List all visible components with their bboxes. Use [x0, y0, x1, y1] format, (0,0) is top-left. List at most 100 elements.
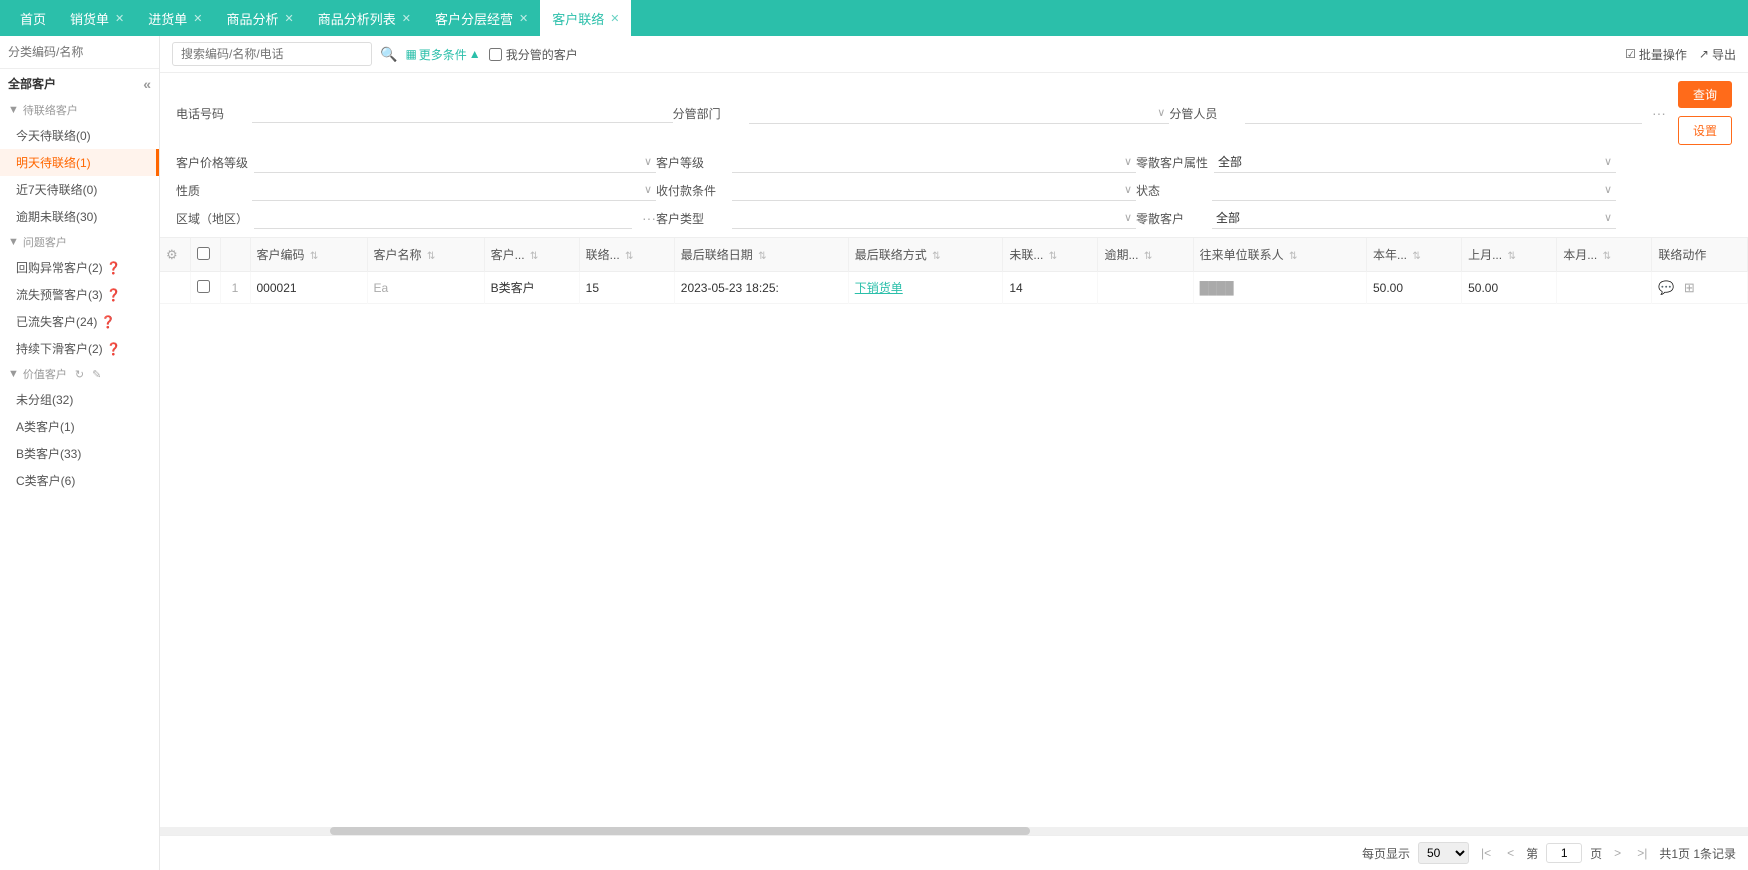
- scatter-dropdown[interactable]: 全部 ∨: [1212, 207, 1616, 229]
- chevron-down-icon9: ∨: [1604, 211, 1612, 224]
- search-input[interactable]: [172, 42, 372, 66]
- my-customers-label[interactable]: 我分管的客户: [489, 46, 578, 63]
- nav-analysis-list[interactable]: 商品分析列表 ✕: [306, 0, 423, 36]
- sort-year-icon: ⇅: [1412, 251, 1420, 262]
- close-purchase-icon[interactable]: ✕: [193, 12, 202, 25]
- more-conditions-button[interactable]: ▦ 更多条件 ▲: [405, 46, 480, 63]
- all-customers-header[interactable]: 全部客户 «: [0, 69, 159, 98]
- sidebar-search-input[interactable]: [8, 45, 160, 59]
- td-this-month: [1557, 272, 1652, 304]
- nav-purchase[interactable]: 进货单 ✕: [136, 0, 214, 36]
- nav-analysis[interactable]: 商品分析 ✕: [214, 0, 305, 36]
- nav-customer-segment[interactable]: 客户分层经营 ✕: [423, 0, 540, 36]
- person-label: 分管人员: [1169, 105, 1239, 122]
- sidebar-item-tomorrow[interactable]: 明天待联络(1): [0, 149, 159, 176]
- sidebar-item-class-a[interactable]: A类客户(1): [0, 413, 159, 440]
- sidebar-item-repurchase[interactable]: 回购异常客户(2) ❓: [0, 254, 159, 281]
- person-dots-icon[interactable]: ···: [1652, 105, 1666, 121]
- group-value-label: 价值客户: [23, 366, 67, 382]
- status-dropdown[interactable]: ∨: [1212, 179, 1616, 201]
- sidebar-item-class-b[interactable]: B类客户(33): [0, 440, 159, 467]
- close-customer-segment-icon[interactable]: ✕: [519, 12, 528, 25]
- scatter-attr-label: 零散客户属性: [1136, 154, 1208, 171]
- per-page-select[interactable]: 50 100 200: [1418, 842, 1469, 864]
- sidebar-item-today[interactable]: 今天待联络(0): [0, 122, 159, 149]
- setup-button[interactable]: 设置: [1678, 116, 1732, 145]
- payment-dropdown[interactable]: ∨: [732, 179, 1136, 201]
- last-page-button[interactable]: >|: [1633, 844, 1651, 862]
- search-button[interactable]: 🔍: [380, 46, 397, 63]
- close-analysis-icon[interactable]: ✕: [285, 12, 294, 25]
- sidebar-item-already-lost[interactable]: 已流失客户(24) ❓: [0, 308, 159, 335]
- close-sales-icon[interactable]: ✕: [115, 12, 124, 25]
- th-name: 客户名称 ⇅: [367, 238, 484, 272]
- filter-row-1: 电话号码 分管部门 ∨ 分管人员 ···: [176, 81, 1732, 145]
- next-page-button[interactable]: >: [1610, 844, 1625, 862]
- sidebar-item-overdue[interactable]: 逾期未联络(30): [0, 203, 159, 230]
- scatter-attr-dropdown[interactable]: 全部 ∨: [1214, 151, 1616, 173]
- sort-overdue-icon: ⇅: [1144, 251, 1152, 262]
- sort-name-icon: ⇅: [427, 251, 435, 262]
- action-grid-icon[interactable]: ⊞: [1684, 280, 1695, 295]
- group-pending-contact[interactable]: ▼ 待联络客户: [0, 98, 159, 122]
- filter-row-3: 性质 ∨ 收付款条件 ∨ 状态: [176, 179, 1732, 201]
- row-checkbox[interactable]: [197, 280, 210, 293]
- edit-icon[interactable]: ✎: [92, 368, 101, 381]
- sidebar-item-week[interactable]: 近7天待联络(0): [0, 176, 159, 203]
- filter-customer-type: 客户类型 ∨: [656, 207, 1136, 229]
- person-dropdown[interactable]: [1245, 102, 1642, 124]
- export-button[interactable]: ↗ 导出: [1699, 46, 1736, 63]
- nav-home[interactable]: 首页: [8, 0, 58, 36]
- query-button[interactable]: 查询: [1678, 81, 1732, 108]
- action-chat-icon[interactable]: 💬: [1658, 280, 1674, 295]
- price-level-dropdown[interactable]: ∨: [254, 151, 656, 173]
- dept-dropdown[interactable]: ∨: [749, 102, 1170, 124]
- th-overdue: 逾期... ⇅: [1098, 238, 1193, 272]
- region-label: 区域（地区）: [176, 210, 248, 227]
- close-customer-contact-icon[interactable]: ✕: [610, 12, 619, 25]
- group-value-customers[interactable]: ▼ 价值客户 ↻ ✎: [0, 362, 159, 386]
- sidebar-item-unclassified[interactable]: 未分组(32): [0, 386, 159, 413]
- td-contact-person: ████: [1193, 272, 1366, 304]
- prev-page-button[interactable]: <: [1503, 844, 1518, 862]
- filter-payment: 收付款条件 ∨: [656, 179, 1136, 201]
- td-last-contact-method[interactable]: 下销货单: [848, 272, 1003, 304]
- sidebar-item-lost-warning[interactable]: 流失预警客户(3) ❓: [0, 281, 159, 308]
- batch-op-button[interactable]: ☑ 批量操作: [1625, 46, 1687, 63]
- my-customers-checkbox[interactable]: [489, 48, 502, 61]
- chevron-down-icon3: ∨: [1124, 155, 1132, 168]
- sort-last-month-icon: ⇅: [1507, 251, 1515, 262]
- sort-this-month-icon: ⇅: [1603, 251, 1611, 262]
- checkbox-icon: ☑: [1625, 47, 1636, 61]
- region-dropdown[interactable]: [254, 207, 632, 229]
- sidebar-item-class-c[interactable]: C类客户(6): [0, 467, 159, 494]
- refresh-icon[interactable]: ↻: [75, 368, 84, 381]
- filter-dept: 分管部门 ∨: [673, 102, 1170, 124]
- td-code: 000021: [250, 272, 367, 304]
- first-page-button[interactable]: |<: [1477, 844, 1495, 862]
- customer-level-dropdown[interactable]: ∨: [732, 151, 1136, 173]
- payment-label: 收付款条件: [656, 182, 726, 199]
- nav-sales[interactable]: 销货单 ✕: [58, 0, 136, 36]
- horizontal-scrollbar[interactable]: [160, 827, 1748, 835]
- table-settings-icon[interactable]: ⚙: [166, 247, 178, 262]
- th-last-month: 上月... ⇅: [1462, 238, 1557, 272]
- select-all-checkbox[interactable]: [197, 247, 210, 260]
- sidebar-item-declining[interactable]: 持续下滑客户(2) ❓: [0, 335, 159, 362]
- chevron-down-icon4: ∨: [1604, 155, 1612, 168]
- main-layout: 🔍 全部客户 « ▼ 待联络客户 今天待联络(0) 明天待联络(1) 近7天待联…: [0, 36, 1748, 870]
- table-footer: 每页显示 50 100 200 |< < 第 页 > >| 共1页 1条记录: [160, 835, 1748, 870]
- nature-dropdown[interactable]: ∨: [252, 179, 656, 201]
- phone-input[interactable]: [252, 104, 673, 123]
- customer-level-label: 客户等级: [656, 154, 726, 171]
- td-this-year: 50.00: [1366, 272, 1461, 304]
- filter-row-2: 客户价格等级 ∨ 客户等级 ∨ 零散客户属性 全部: [176, 151, 1732, 173]
- nav-customer-contact[interactable]: 客户联络 ✕: [540, 0, 631, 36]
- close-analysis-list-icon[interactable]: ✕: [402, 12, 411, 25]
- group-problem-customers[interactable]: ▼ 问题客户: [0, 230, 159, 254]
- region-dots-icon[interactable]: ···: [642, 210, 656, 226]
- customer-type-dropdown[interactable]: ∨: [732, 207, 1136, 229]
- td-settings: [160, 272, 190, 304]
- sort-contact-icon: ⇅: [625, 251, 633, 262]
- page-input[interactable]: [1546, 843, 1582, 863]
